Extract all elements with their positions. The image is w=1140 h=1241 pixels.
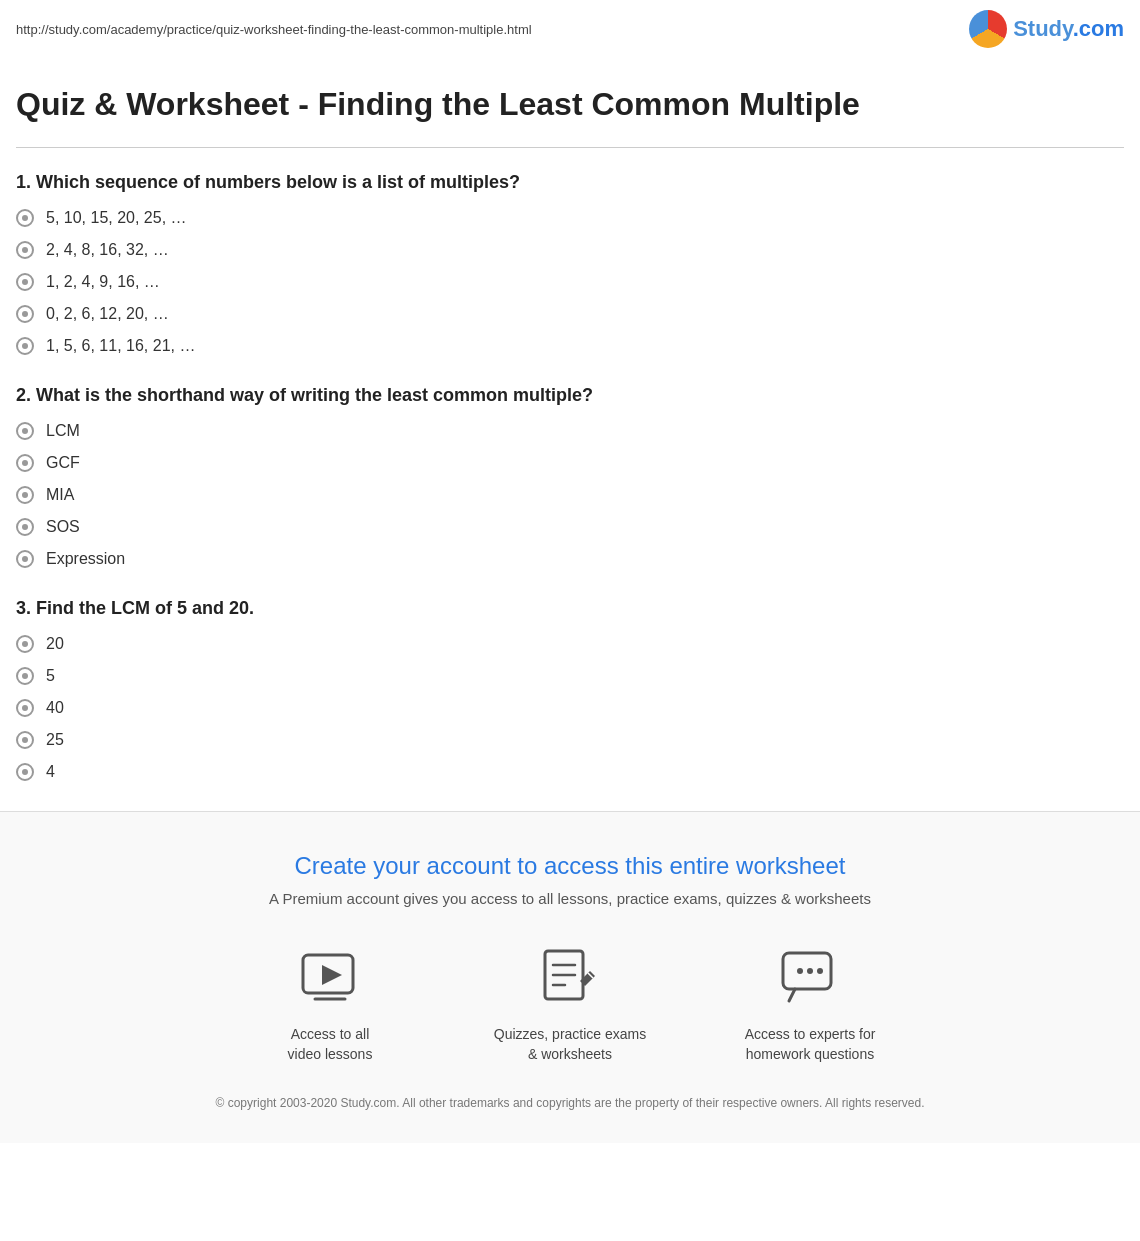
question-3-text: 3. Find the LCM of 5 and 20. [16, 598, 1124, 619]
radio-3-2[interactable] [16, 667, 34, 685]
option-label-3-5: 4 [46, 763, 55, 781]
option-label-1-2: 2, 4, 8, 16, 32, … [46, 241, 169, 259]
radio-2-2[interactable] [16, 454, 34, 472]
radio-1-4[interactable] [16, 305, 34, 323]
question-1-text: 1. Which sequence of numbers below is a … [16, 172, 1124, 193]
question-3-option-5[interactable]: 4 [16, 763, 1124, 781]
question-2: 2. What is the shorthand way of writing … [16, 385, 1124, 568]
svg-marker-1 [322, 965, 342, 985]
feature-video-label: Access to allvideo lessons [288, 1025, 373, 1064]
option-label-3-4: 25 [46, 731, 64, 749]
logo-text-study: Study [1013, 16, 1072, 41]
question-3-option-4[interactable]: 25 [16, 731, 1124, 749]
question-1-option-5[interactable]: 1, 5, 6, 11, 16, 21, … [16, 337, 1124, 355]
question-1-option-4[interactable]: 0, 2, 6, 12, 20, … [16, 305, 1124, 323]
video-icon [295, 943, 365, 1013]
option-label-2-3: MIA [46, 486, 74, 504]
radio-1-2[interactable] [16, 241, 34, 259]
footer-promo: Create your account to access this entir… [0, 811, 1140, 1143]
question-3-option-1[interactable]: 20 [16, 635, 1124, 653]
option-label-1-4: 0, 2, 6, 12, 20, … [46, 305, 169, 323]
option-label-2-2: GCF [46, 454, 80, 472]
feature-quizzes-label: Quizzes, practice exams& worksheets [494, 1025, 647, 1064]
option-label-2-5: Expression [46, 550, 125, 568]
page-title: Quiz & Worksheet - Finding the Least Com… [16, 86, 1124, 123]
copyright: © copyright 2003-2020 Study.com. All oth… [16, 1094, 1124, 1113]
promo-subtitle: A Premium account gives you access to al… [16, 890, 1124, 907]
radio-2-1[interactable] [16, 422, 34, 440]
question-3-option-2[interactable]: 5 [16, 667, 1124, 685]
radio-3-5[interactable] [16, 763, 34, 781]
feature-video: Access to allvideo lessons [250, 943, 410, 1064]
radio-2-5[interactable] [16, 550, 34, 568]
questions-container: 1. Which sequence of numbers below is a … [16, 172, 1124, 781]
question-2-option-5[interactable]: Expression [16, 550, 1124, 568]
question-2-option-1[interactable]: LCM [16, 422, 1124, 440]
question-1-option-2[interactable]: 2, 4, 8, 16, 32, … [16, 241, 1124, 259]
question-3: 3. Find the LCM of 5 and 20. 20 5 40 25 4 [16, 598, 1124, 781]
question-1-option-3[interactable]: 1, 2, 4, 9, 16, … [16, 273, 1124, 291]
question-2-option-4[interactable]: SOS [16, 518, 1124, 536]
feature-quizzes: Quizzes, practice exams& worksheets [490, 943, 650, 1064]
option-label-3-3: 40 [46, 699, 64, 717]
top-bar: http://study.com/academy/practice/quiz-w… [0, 0, 1140, 56]
radio-3-4[interactable] [16, 731, 34, 749]
radio-1-3[interactable] [16, 273, 34, 291]
quiz-icon [535, 943, 605, 1013]
radio-3-1[interactable] [16, 635, 34, 653]
logo-text-dot: .com [1073, 16, 1124, 41]
option-label-3-2: 5 [46, 667, 55, 685]
logo-text: Study.com [1013, 16, 1124, 42]
study-logo-circle [969, 10, 1007, 48]
option-label-1-5: 1, 5, 6, 11, 16, 21, … [46, 337, 195, 355]
svg-point-11 [817, 968, 823, 974]
feature-experts: Access to experts forhomework questions [730, 943, 890, 1064]
feature-experts-label: Access to experts forhomework questions [745, 1025, 876, 1064]
url-display: http://study.com/academy/practice/quiz-w… [16, 22, 532, 37]
option-label-1-3: 1, 2, 4, 9, 16, … [46, 273, 160, 291]
question-2-text: 2. What is the shorthand way of writing … [16, 385, 1124, 406]
option-label-2-4: SOS [46, 518, 80, 536]
features-row: Access to allvideo lessons Quizzes, prac… [16, 943, 1124, 1064]
expert-icon [775, 943, 845, 1013]
radio-2-3[interactable] [16, 486, 34, 504]
question-3-option-3[interactable]: 40 [16, 699, 1124, 717]
radio-1-1[interactable] [16, 209, 34, 227]
svg-point-10 [807, 968, 813, 974]
question-1-option-1[interactable]: 5, 10, 15, 20, 25, … [16, 209, 1124, 227]
radio-1-5[interactable] [16, 337, 34, 355]
logo-area: Study.com [969, 10, 1124, 48]
main-content: Quiz & Worksheet - Finding the Least Com… [0, 56, 1140, 781]
question-1: 1. Which sequence of numbers below is a … [16, 172, 1124, 355]
question-2-option-2[interactable]: GCF [16, 454, 1124, 472]
radio-3-3[interactable] [16, 699, 34, 717]
option-label-1-1: 5, 10, 15, 20, 25, … [46, 209, 187, 227]
title-divider [16, 147, 1124, 148]
question-2-option-3[interactable]: MIA [16, 486, 1124, 504]
svg-point-9 [797, 968, 803, 974]
radio-2-4[interactable] [16, 518, 34, 536]
option-label-2-1: LCM [46, 422, 80, 440]
promo-title: Create your account to access this entir… [16, 852, 1124, 880]
option-label-3-1: 20 [46, 635, 64, 653]
